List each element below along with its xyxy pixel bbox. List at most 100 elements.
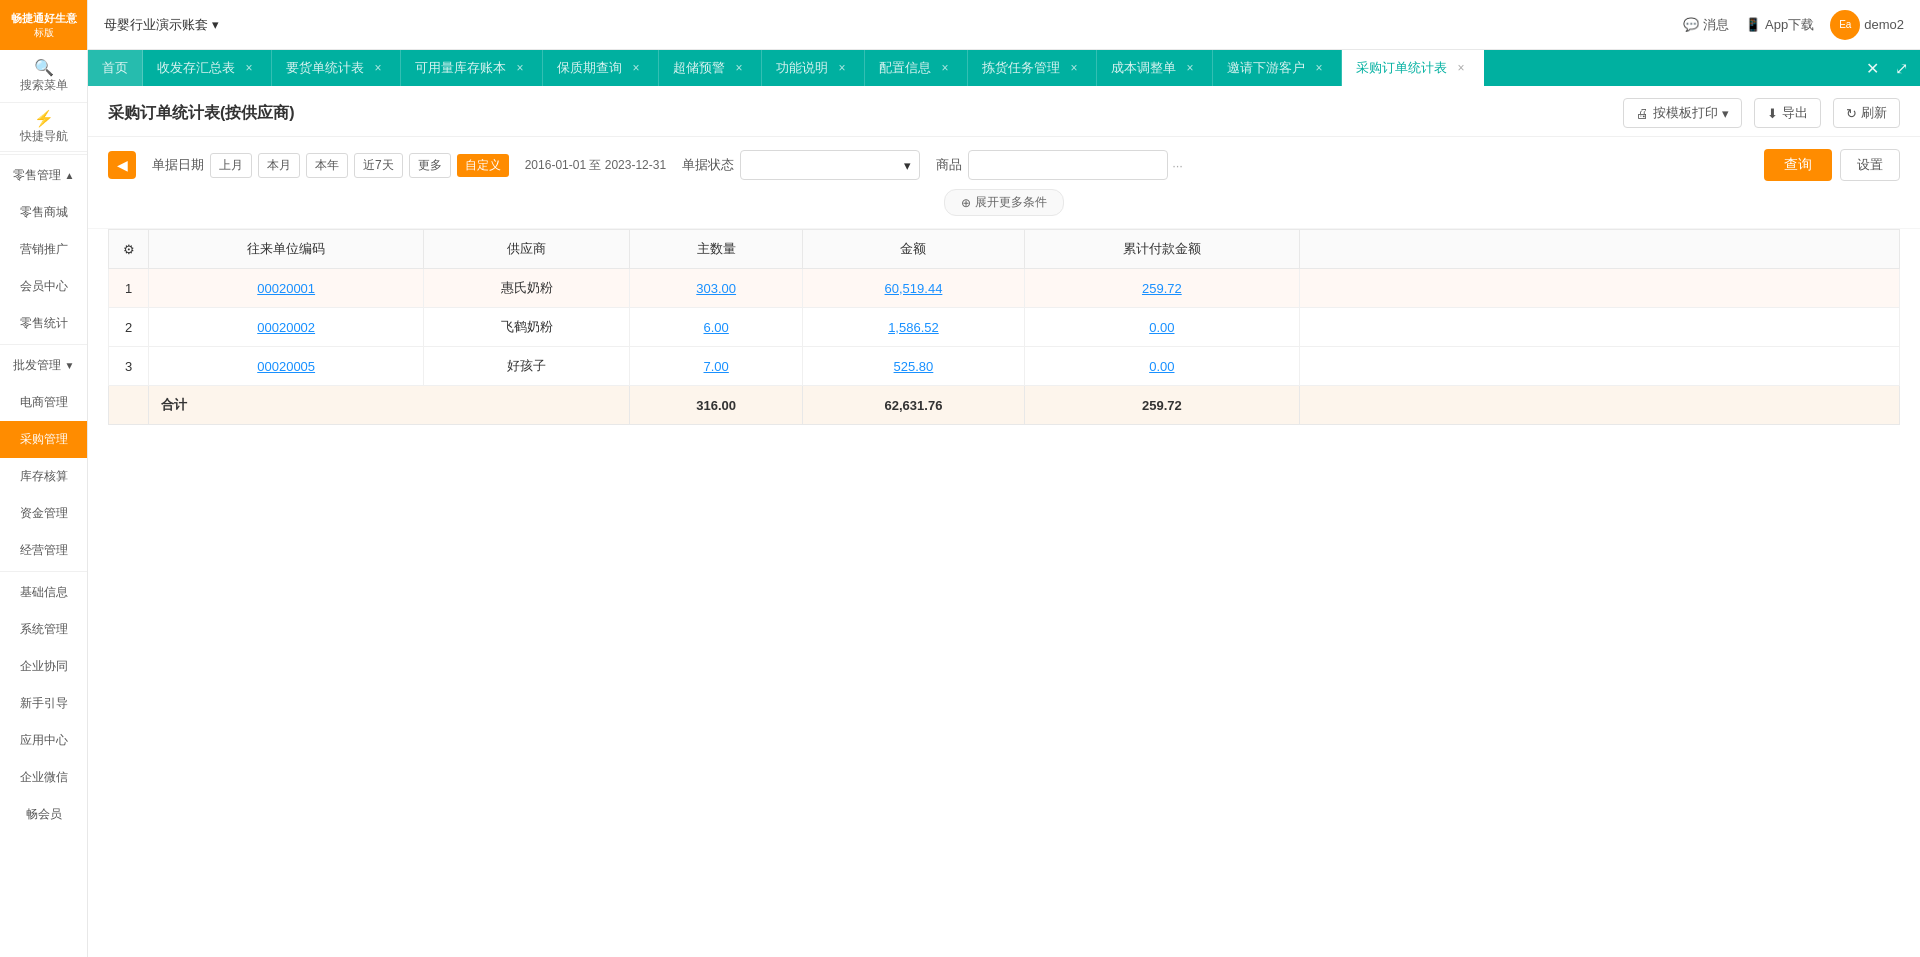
row-3-amount[interactable]: 525.80 — [803, 347, 1024, 386]
row-1-paid[interactable]: 259.72 — [1024, 269, 1299, 308]
filter-date-7days[interactable]: 近7天 — [354, 153, 403, 178]
tab-function-desc-close[interactable]: × — [834, 60, 850, 76]
app-download-button[interactable]: 📱 App下载 — [1745, 16, 1814, 34]
filter-date-last-month[interactable]: 上月 — [210, 153, 252, 178]
tab-goods-stats[interactable]: 要货单统计表 × — [272, 50, 401, 86]
close-tab-icon[interactable]: ✕ — [1862, 55, 1883, 82]
tab-inventory-ledger[interactable]: 可用量库存账本 × — [401, 50, 543, 86]
column-settings-icon[interactable]: ⚙ — [123, 242, 135, 257]
sidebar-item-retail-shop[interactable]: 零售商城 — [0, 194, 87, 231]
sidebar-item-member[interactable]: 会员中心 — [0, 268, 87, 305]
refresh-button[interactable]: ↻ 刷新 — [1833, 98, 1900, 128]
tab-invite-downstream-label: 邀请下游客户 — [1227, 59, 1305, 77]
sidebar-item-basic-info[interactable]: 基础信息 — [0, 574, 87, 611]
sidebar-item-quick-nav[interactable]: ⚡ 快捷导航 — [0, 103, 87, 152]
tab-invite-downstream[interactable]: 邀请下游客户 × — [1213, 50, 1342, 86]
row-3-quantity[interactable]: 7.00 — [630, 347, 803, 386]
tab-invite-downstream-close[interactable]: × — [1311, 60, 1327, 76]
table-header-row: ⚙ 往来单位编码 供应商 主数量 金额 累计付款金额 — [109, 230, 1900, 269]
th-quantity: 主数量 — [630, 230, 803, 269]
table-body: 1 00020001 惠氏奶粉 303.00 60,519.44 259.72 … — [109, 269, 1900, 386]
row-2-paid[interactable]: 0.00 — [1024, 308, 1299, 347]
export-button[interactable]: ⬇ 导出 — [1754, 98, 1821, 128]
tab-function-desc[interactable]: 功能说明 × — [762, 50, 865, 86]
settings-button[interactable]: 设置 — [1840, 149, 1900, 181]
sidebar-item-retail-stats[interactable]: 零售统计 — [0, 305, 87, 342]
sidebar-item-purchase[interactable]: 采购管理 — [0, 421, 87, 458]
sidebar-item-newbie[interactable]: 新手引导 — [0, 685, 87, 722]
tab-purchase-stats-label: 采购订单统计表 — [1356, 59, 1447, 77]
workspace-selector[interactable]: 母婴行业演示账套 ▾ — [104, 16, 219, 34]
tab-pick-task-label: 拣货任务管理 — [982, 59, 1060, 77]
tab-overstock-alert[interactable]: 超储预警 × — [659, 50, 762, 86]
tab-purchase-stats-close[interactable]: × — [1453, 60, 1469, 76]
table-row: 2 00020002 飞鹤奶粉 6.00 1,586.52 0.00 — [109, 308, 1900, 347]
footer-label: 合计 — [149, 386, 630, 425]
message-icon: 💬 — [1683, 17, 1699, 32]
tab-cost-adjust-close[interactable]: × — [1182, 60, 1198, 76]
sidebar-item-enterprise[interactable]: 企业协同 — [0, 648, 87, 685]
tab-overstock-alert-close[interactable]: × — [731, 60, 747, 76]
row-2-amount[interactable]: 1,586.52 — [803, 308, 1024, 347]
sidebar-item-system[interactable]: 系统管理 — [0, 611, 87, 648]
row-2-code[interactable]: 00020002 — [149, 308, 424, 347]
sidebar-item-inventory[interactable]: 库存核算 — [0, 458, 87, 495]
workspace-chevron-icon: ▾ — [212, 17, 219, 32]
sidebar-item-marketing[interactable]: 营销推广 — [0, 231, 87, 268]
tab-pick-task[interactable]: 拣货任务管理 × — [968, 50, 1097, 86]
sidebar-item-finance[interactable]: 资金管理 — [0, 495, 87, 532]
sidebar-item-enterprise-wx[interactable]: 企业微信 — [0, 759, 87, 796]
user-menu[interactable]: Ea demo2 — [1830, 10, 1904, 40]
sidebar-item-app-center[interactable]: 应用中心 — [0, 722, 87, 759]
tab-cost-adjust[interactable]: 成本调整单 × — [1097, 50, 1213, 86]
page-content: 采购订单统计表(按供应商) 🖨 按模板打印 ▾ ⬇ 导出 ↻ 刷新 — [88, 86, 1920, 957]
filter-status-select[interactable]: ▾ — [740, 150, 920, 180]
footer-quantity: 316.00 — [630, 386, 803, 425]
tab-config-info[interactable]: 配置信息 × — [865, 50, 968, 86]
row-1-amount[interactable]: 60,519.44 — [803, 269, 1024, 308]
row-1-quantity[interactable]: 303.00 — [630, 269, 803, 308]
tab-purchase-stats[interactable]: 采购订单统计表 × — [1342, 50, 1484, 86]
footer-empty-1 — [109, 386, 149, 425]
th-amount: 金额 — [803, 230, 1024, 269]
row-3-code[interactable]: 00020005 — [149, 347, 424, 386]
tab-pick-task-close[interactable]: × — [1066, 60, 1082, 76]
tab-expiry-query[interactable]: 保质期查询 × — [543, 50, 659, 86]
maximize-icon[interactable]: ⤢ — [1891, 55, 1912, 82]
row-2-quantity[interactable]: 6.00 — [630, 308, 803, 347]
sidebar-item-operations[interactable]: 经营管理 — [0, 532, 87, 569]
sidebar-item-search[interactable]: 🔍 搜索菜单 — [0, 50, 87, 103]
print-button[interactable]: 🖨 按模板打印 ▾ — [1623, 98, 1742, 128]
filter-status-item: 单据状态 ▾ — [682, 150, 920, 180]
expand-filter-button[interactable]: ⊕ 展开更多条件 — [944, 189, 1064, 216]
tab-inventory-ledger-close[interactable]: × — [512, 60, 528, 76]
tab-home[interactable]: 首页 — [88, 50, 143, 86]
sidebar-item-wholesale[interactable]: 批发管理 ▼ — [0, 347, 87, 384]
tab-config-info-close[interactable]: × — [937, 60, 953, 76]
tab-goods-stats-close[interactable]: × — [370, 60, 386, 76]
footer-paid: 259.72 — [1024, 386, 1299, 425]
filter-toggle-button[interactable]: ◀ — [108, 151, 136, 179]
goods-input[interactable] — [968, 150, 1168, 180]
row-2-empty — [1300, 308, 1900, 347]
export-icon: ⬇ — [1767, 106, 1778, 121]
goods-more-icon[interactable]: ··· — [1172, 158, 1183, 173]
row-1-code[interactable]: 00020001 — [149, 269, 424, 308]
row-1-index: 1 — [109, 269, 149, 308]
topbar-left: 母婴行业演示账套 ▾ — [104, 16, 219, 34]
tab-function-desc-label: 功能说明 — [776, 59, 828, 77]
tab-receive-summary-close[interactable]: × — [241, 60, 257, 76]
tab-expiry-query-close[interactable]: × — [628, 60, 644, 76]
sidebar-item-ecommerce[interactable]: 电商管理 — [0, 384, 87, 421]
row-3-paid[interactable]: 0.00 — [1024, 347, 1299, 386]
row-1-empty — [1300, 269, 1900, 308]
query-button[interactable]: 查询 — [1764, 149, 1832, 181]
sidebar-item-retail-mgmt[interactable]: 零售管理 ▲ — [0, 157, 87, 194]
message-button[interactable]: 💬 消息 — [1683, 16, 1729, 34]
sidebar-item-vip[interactable]: 畅会员 — [0, 796, 87, 833]
main-area: 母婴行业演示账套 ▾ 💬 消息 📱 App下载 Ea demo2 首页 — [88, 0, 1920, 957]
filter-date-more[interactable]: 更多 — [409, 153, 451, 178]
filter-date-this-year[interactable]: 本年 — [306, 153, 348, 178]
filter-date-this-month[interactable]: 本月 — [258, 153, 300, 178]
tab-receive-summary[interactable]: 收发存汇总表 × — [143, 50, 272, 86]
